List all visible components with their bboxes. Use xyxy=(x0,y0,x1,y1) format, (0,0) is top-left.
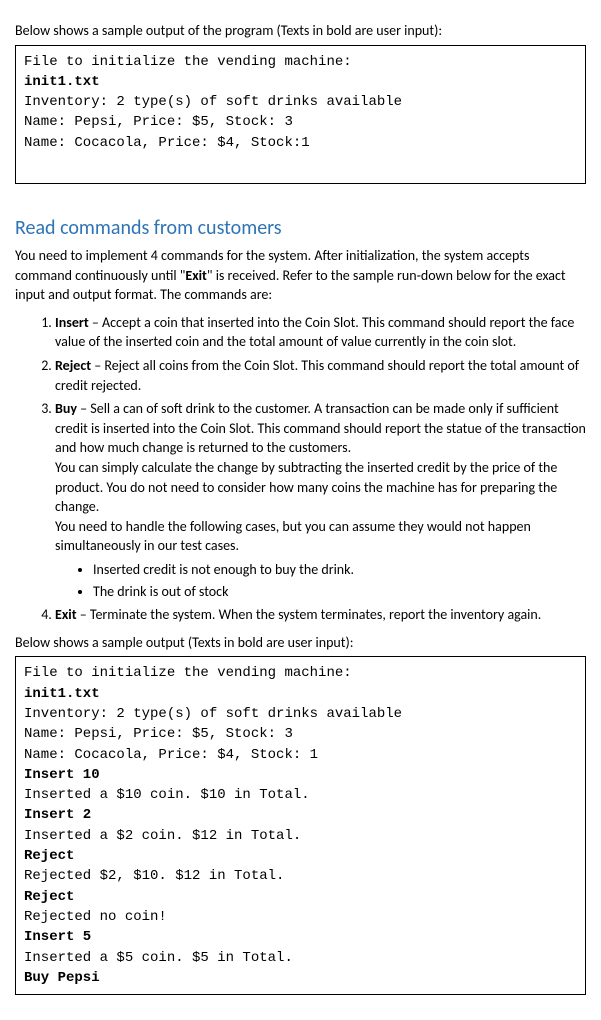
sample-output-label-2: Below shows a sample output (Texts in bo… xyxy=(15,633,586,653)
code-line-user-input: Insert 10 xyxy=(24,767,100,783)
command-name: Reject xyxy=(55,357,91,374)
code-line-user-input: init1.txt xyxy=(24,686,100,702)
code-line: Name: Cocacola, Price: $4, Stock: 1 xyxy=(24,747,318,763)
command-item-buy: Buy – Sell a can of soft drink to the cu… xyxy=(55,399,586,601)
code-line: Name: Pepsi, Price: $5, Stock: 3 xyxy=(24,114,293,130)
code-line: Rejected $2, $10. $12 in Total. xyxy=(24,868,284,884)
code-line-user-input: init1.txt xyxy=(24,74,100,90)
code-line-user-input: Reject xyxy=(24,889,74,905)
command-desc: – Sell a can of soft drink to the custom… xyxy=(55,400,586,456)
blank-space xyxy=(24,153,577,177)
section-paragraph: You need to implement 4 commands for the… xyxy=(15,246,586,305)
code-line: Name: Cocacola, Price: $4, Stock:1 xyxy=(24,135,310,151)
command-item-exit: Exit – Terminate the system. When the sy… xyxy=(55,605,586,625)
command-desc-para: You need to handle the following cases, … xyxy=(55,518,531,555)
command-desc-para: You can simply calculate the change by s… xyxy=(55,459,557,515)
command-item-reject: Reject – Reject all coins from the Coin … xyxy=(55,356,586,395)
command-desc: – Terminate the system. When the system … xyxy=(77,606,542,623)
section-heading-read-commands: Read commands from customers xyxy=(15,214,586,242)
sample-output-label-1: Below shows a sample output of the progr… xyxy=(15,21,586,41)
code-line-user-input: Buy Pepsi xyxy=(24,970,100,986)
code-line-user-input: Insert 5 xyxy=(24,929,91,945)
code-line-user-input: Insert 2 xyxy=(24,807,91,823)
command-list: Insert – Accept a coin that inserted int… xyxy=(15,313,586,625)
code-sample-2: File to initialize the vending machine: … xyxy=(15,656,586,995)
command-item-insert: Insert – Accept a coin that inserted int… xyxy=(55,313,586,352)
command-name: Buy xyxy=(55,400,77,417)
code-line: File to initialize the vending machine: xyxy=(24,54,352,70)
code-line: Name: Pepsi, Price: $5, Stock: 3 xyxy=(24,726,293,742)
paragraph-bold: Exit xyxy=(185,267,207,284)
code-line: Inserted a $5 coin. $5 in Total. xyxy=(24,950,293,966)
command-desc: – Accept a coin that inserted into the C… xyxy=(55,314,574,351)
case-item: The drink is out of stock xyxy=(93,582,586,602)
code-line: Inventory: 2 type(s) of soft drinks avai… xyxy=(24,94,402,110)
code-sample-1: File to initialize the vending machine: … xyxy=(15,45,586,184)
command-name: Insert xyxy=(55,314,89,331)
code-line-user-input: Reject xyxy=(24,848,74,864)
case-item: Inserted credit is not enough to buy the… xyxy=(93,560,586,580)
code-line: Rejected no coin! xyxy=(24,909,167,925)
code-line: Inventory: 2 type(s) of soft drinks avai… xyxy=(24,706,402,722)
cases-list: Inserted credit is not enough to buy the… xyxy=(55,560,586,601)
code-line: Inserted a $10 coin. $10 in Total. xyxy=(24,787,310,803)
command-desc: – Reject all coins from the Coin Slot. T… xyxy=(55,357,579,394)
code-line: Inserted a $2 coin. $12 in Total. xyxy=(24,828,301,844)
code-line: File to initialize the vending machine: xyxy=(24,665,352,681)
command-name: Exit xyxy=(55,606,77,623)
